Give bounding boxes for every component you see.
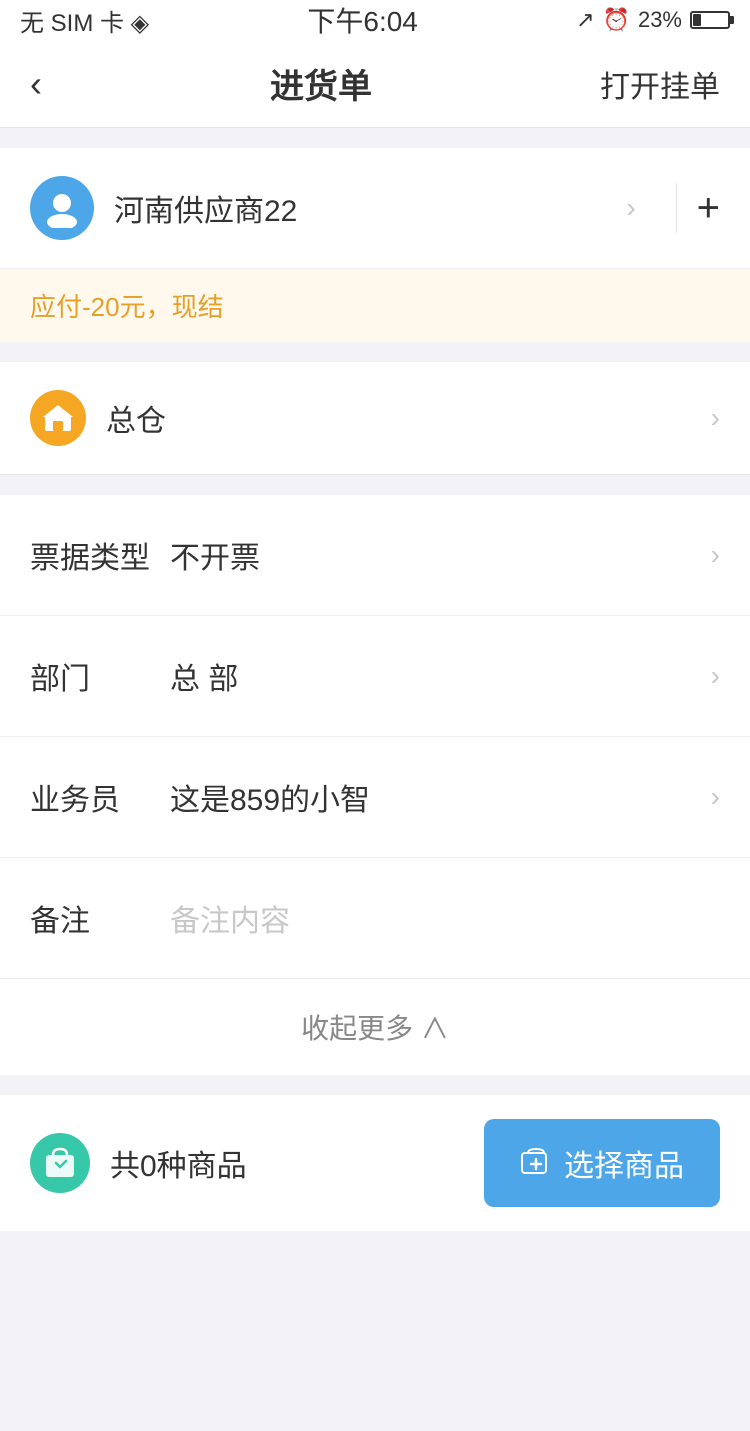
- battery-percentage: 23%: [638, 7, 682, 33]
- salesman-chevron-icon: ›: [711, 781, 720, 813]
- alarm-icon: ⏰: [603, 7, 630, 33]
- department-label: 部门: [30, 654, 170, 698]
- back-button[interactable]: ‹: [30, 63, 42, 105]
- status-time: 下午6:04: [307, 0, 418, 40]
- status-bar: 无 SIM 卡 ◈ 下午6:04 ↗ ⏰ 23%: [0, 0, 750, 40]
- warehouse-chevron-icon: ›: [711, 402, 720, 434]
- page-background: [0, 1231, 750, 1431]
- salesman-value: 这是859的小智: [170, 775, 711, 819]
- supplier-name: 河南供应商22: [114, 186, 626, 230]
- warehouse-row[interactable]: 总仓 ›: [0, 362, 750, 475]
- salesman-label: 业务员: [30, 775, 170, 819]
- status-right: ↗ ⏰ 23%: [576, 7, 730, 33]
- salesman-row[interactable]: 业务员 这是859的小智 ›: [0, 737, 750, 858]
- select-goods-button[interactable]: 选择商品: [484, 1119, 720, 1207]
- department-chevron-icon: ›: [711, 660, 720, 692]
- ticket-type-row[interactable]: 票据类型 不开票 ›: [0, 495, 750, 616]
- collapse-label: 收起更多 ∧: [301, 1007, 449, 1047]
- sim-status: 无 SIM 卡 ◈: [20, 3, 149, 38]
- department-value: 总 部: [170, 654, 711, 698]
- select-goods-label: 选择商品: [564, 1141, 684, 1185]
- supplier-row[interactable]: 河南供应商22 › +: [0, 148, 750, 269]
- goods-count: 共0种商品: [110, 1141, 484, 1185]
- ticket-type-value: 不开票: [170, 533, 711, 577]
- collapse-bar[interactable]: 收起更多 ∧: [0, 979, 750, 1075]
- warehouse-name: 总仓: [106, 396, 711, 440]
- nav-bar: ‹ 进货单 打开挂单: [0, 40, 750, 128]
- remark-row[interactable]: 备注 备注内容: [0, 858, 750, 979]
- notice-bar: 应付-20元，现结: [0, 269, 750, 342]
- remark-label: 备注: [30, 896, 170, 940]
- department-row[interactable]: 部门 总 部 ›: [0, 616, 750, 737]
- warehouse-icon: [30, 390, 86, 446]
- ticket-type-label: 票据类型: [30, 533, 170, 577]
- open-pending-button[interactable]: 打开挂单: [600, 62, 720, 106]
- page-title: 进货单: [270, 59, 372, 108]
- form-section: 票据类型 不开票 › 部门 总 部 › 业务员 这是859的小智 › 备注 备注…: [0, 495, 750, 979]
- supplier-avatar: [30, 176, 94, 240]
- ticket-type-chevron-icon: ›: [711, 539, 720, 571]
- remark-input[interactable]: 备注内容: [170, 896, 720, 940]
- add-supplier-button[interactable]: +: [697, 186, 720, 231]
- status-left: 无 SIM 卡 ◈: [20, 3, 149, 38]
- battery-icon: [690, 11, 730, 29]
- location-icon: ↗: [576, 7, 594, 33]
- section-gap-2: [0, 342, 750, 362]
- supplier-card: 河南供应商22 › + 应付-20元，现结: [0, 148, 750, 342]
- bottom-bar: 共0种商品 选择商品: [0, 1095, 750, 1231]
- goods-icon: [30, 1133, 90, 1193]
- supplier-divider: [676, 183, 677, 233]
- supplier-chevron-icon: ›: [626, 192, 635, 224]
- section-gap-1: [0, 128, 750, 148]
